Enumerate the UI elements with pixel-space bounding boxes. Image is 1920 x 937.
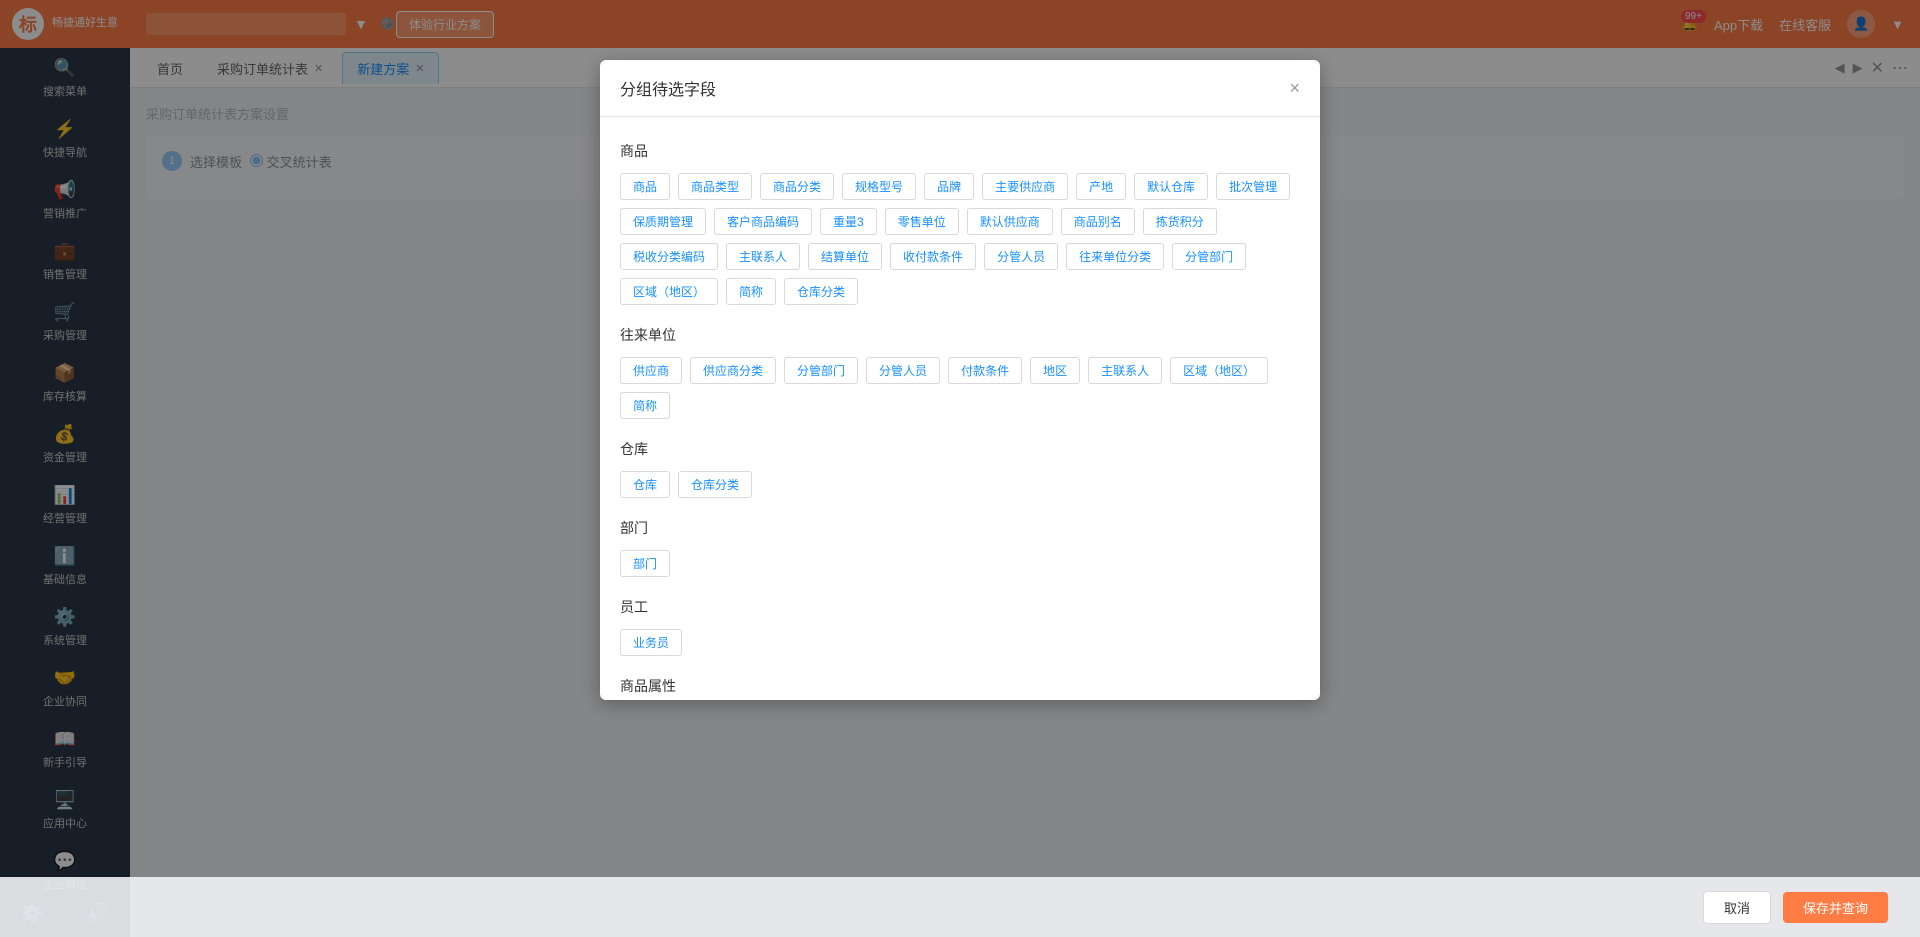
- tag-0-7[interactable]: 默认仓库: [1134, 173, 1208, 200]
- modal-close-button[interactable]: ×: [1289, 78, 1300, 99]
- tag-0-4[interactable]: 品牌: [924, 173, 974, 200]
- tag-2-0[interactable]: 仓库: [620, 471, 670, 498]
- tag-0-20[interactable]: 分管人员: [984, 243, 1058, 270]
- tag-0-0[interactable]: 商品: [620, 173, 670, 200]
- tag-0-9[interactable]: 保质期管理: [620, 208, 706, 235]
- section-title-4: 员工: [620, 597, 1300, 617]
- tag-1-1[interactable]: 供应商分类: [690, 357, 776, 384]
- modal-dialog: 分组待选字段 × 商品商品商品类型商品分类规格型号品牌主要供应商产地默认仓库批次…: [600, 60, 1320, 700]
- tag-1-2[interactable]: 分管部门: [784, 357, 858, 384]
- tag-0-12[interactable]: 零售单位: [885, 208, 959, 235]
- confirm-button[interactable]: 保存并查询: [1783, 892, 1888, 923]
- tag-0-5[interactable]: 主要供应商: [982, 173, 1068, 200]
- section-title-3: 部门: [620, 518, 1300, 538]
- cancel-button[interactable]: 取消: [1703, 891, 1771, 924]
- tag-0-16[interactable]: 税收分类编码: [620, 243, 718, 270]
- tag-grid-0: 商品商品类型商品分类规格型号品牌主要供应商产地默认仓库批次管理保质期管理客户商品…: [620, 173, 1300, 305]
- tag-0-22[interactable]: 分管部门: [1172, 243, 1246, 270]
- tag-1-3[interactable]: 分管人员: [866, 357, 940, 384]
- tag-grid-4: 业务员: [620, 629, 1300, 656]
- tag-grid-1: 供应商供应商分类分管部门分管人员付款条件地区主联系人区域（地区） 简称: [620, 357, 1300, 419]
- tag-0-14[interactable]: 商品别名: [1061, 208, 1135, 235]
- tag-0-17[interactable]: 主联系人: [726, 243, 800, 270]
- tag-0-24[interactable]: 简称: [726, 278, 776, 305]
- modal-header: 分组待选字段 ×: [600, 60, 1320, 117]
- tag-0-2[interactable]: 商品分类: [760, 173, 834, 200]
- section-title-5: 商品属性: [620, 676, 1300, 696]
- modal-title: 分组待选字段: [620, 76, 716, 100]
- tag-0-6[interactable]: 产地: [1076, 173, 1126, 200]
- tag-grid-3: 部门: [620, 550, 1300, 577]
- tag-1-4[interactable]: 付款条件: [948, 357, 1022, 384]
- tag-0-19[interactable]: 收付款条件: [890, 243, 976, 270]
- tag-grid-2: 仓库仓库分类: [620, 471, 1300, 498]
- tag-0-18[interactable]: 结算单位: [808, 243, 882, 270]
- section-title-2: 仓库: [620, 439, 1300, 459]
- tag-4-0[interactable]: 业务员: [620, 629, 682, 656]
- tag-0-23[interactable]: 区域（地区）: [620, 278, 718, 305]
- tag-1-7[interactable]: 区域（地区）: [1170, 357, 1268, 384]
- tag-0-10[interactable]: 客户商品编码: [714, 208, 812, 235]
- tag-1-0[interactable]: 供应商: [620, 357, 682, 384]
- tag-0-8[interactable]: 批次管理: [1216, 173, 1290, 200]
- modal-backdrop: 分组待选字段 × 商品商品商品类型商品分类规格型号品牌主要供应商产地默认仓库批次…: [0, 0, 1920, 937]
- tag-0-21[interactable]: 往来单位分类: [1066, 243, 1164, 270]
- tag-1-6[interactable]: 主联系人: [1088, 357, 1162, 384]
- section-title-1: 往来单位: [620, 325, 1300, 345]
- tag-0-1[interactable]: 商品类型: [678, 173, 752, 200]
- tag-0-25[interactable]: 仓库分类: [784, 278, 858, 305]
- tag-0-13[interactable]: 默认供应商: [967, 208, 1053, 235]
- section-title-0: 商品: [620, 141, 1300, 161]
- tag-3-0[interactable]: 部门: [620, 550, 670, 577]
- tag-0-3[interactable]: 规格型号: [842, 173, 916, 200]
- tag-1-5[interactable]: 地区: [1030, 357, 1080, 384]
- tag-0-15[interactable]: 拣货积分: [1143, 208, 1217, 235]
- tag-1-8[interactable]: 简称: [620, 392, 670, 419]
- tag-0-11[interactable]: 重量3: [820, 208, 877, 235]
- modal-body: 商品商品商品类型商品分类规格型号品牌主要供应商产地默认仓库批次管理保质期管理客户…: [600, 117, 1320, 700]
- tag-2-1[interactable]: 仓库分类: [678, 471, 752, 498]
- modal-footer: 取消 保存并查询: [0, 877, 1920, 937]
